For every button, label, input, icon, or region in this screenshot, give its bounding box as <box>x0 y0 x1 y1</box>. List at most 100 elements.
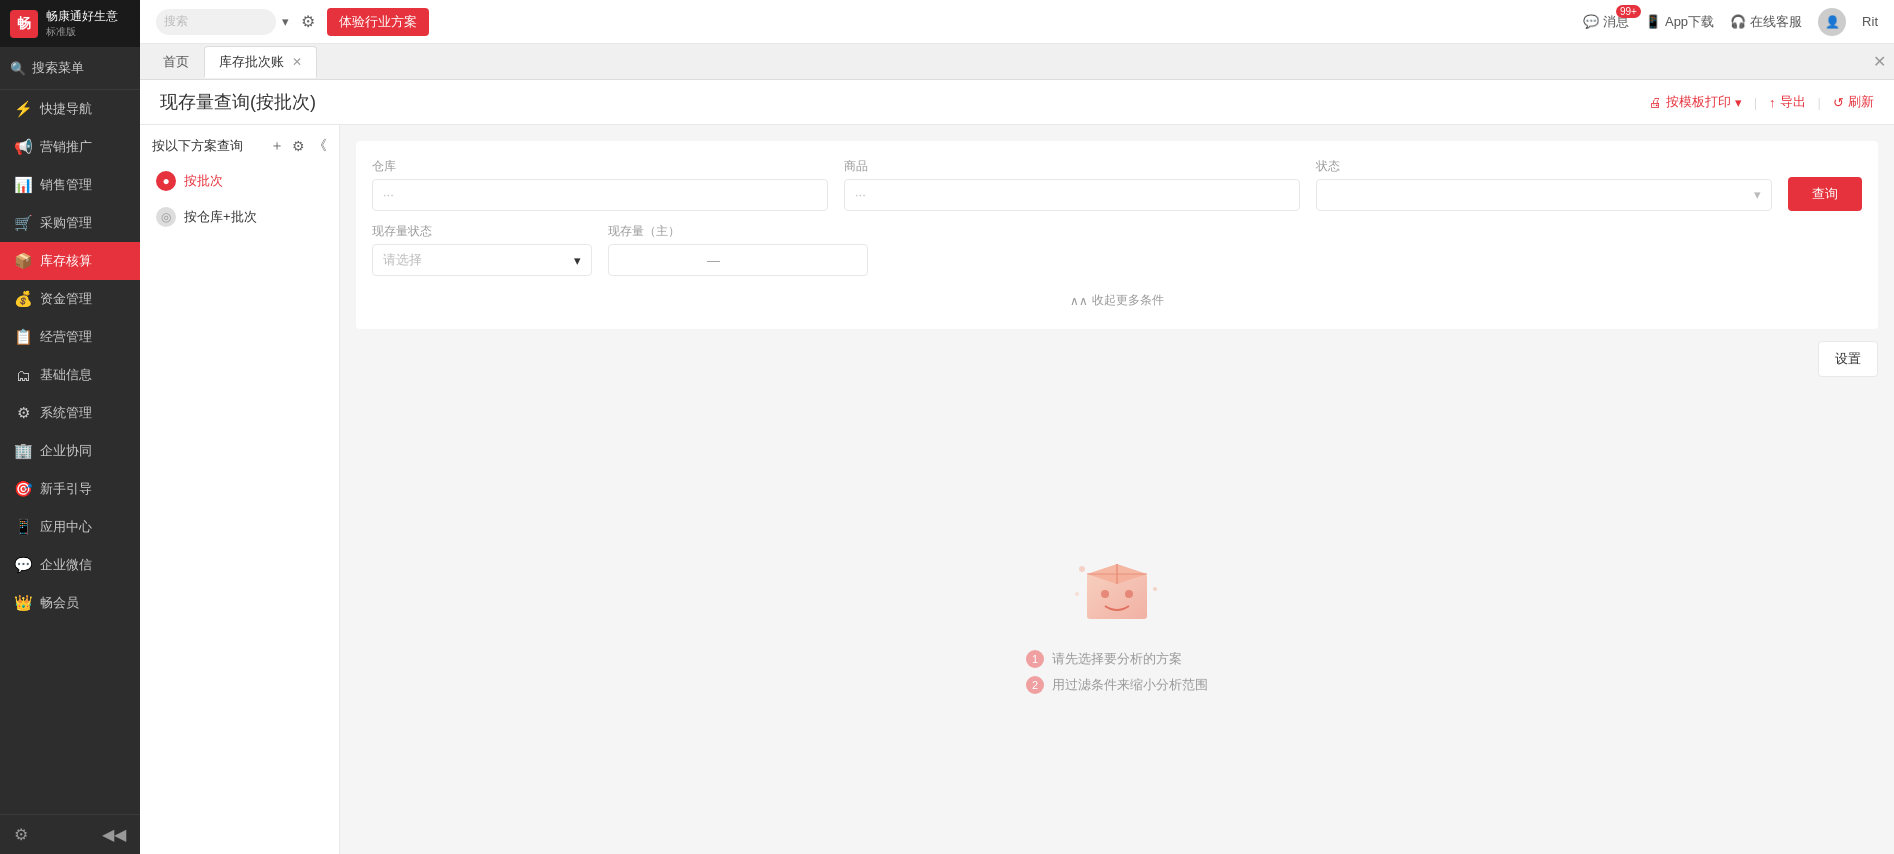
refresh-btn[interactable]: ↺ 刷新 <box>1833 93 1874 111</box>
message-badge: 99+ <box>1616 5 1641 18</box>
sidebar-item-quick-nav[interactable]: ⚡ 快捷导航 <box>0 90 140 128</box>
empty-tip-2: 2 用过滤条件来缩小分析范围 <box>1026 676 1208 694</box>
stock-main-min-input[interactable] <box>619 253 699 268</box>
add-scheme-icon[interactable]: ＋ <box>270 137 284 155</box>
status-filter: 状态 ▾ <box>1316 158 1772 211</box>
apps-icon: 📱 <box>14 518 32 536</box>
tab-batch-account[interactable]: 库存批次账 ✕ <box>204 46 317 78</box>
sales-icon: 📊 <box>14 176 32 194</box>
empty-tip-1: 1 请先选择要分析的方案 <box>1026 650 1208 668</box>
username-label[interactable]: Rit <box>1862 14 1878 29</box>
header-divider-1: | <box>1754 95 1757 110</box>
svg-point-8 <box>1075 592 1079 596</box>
svg-point-6 <box>1079 566 1085 572</box>
sidebar-item-basic[interactable]: 🗂 基础信息 <box>0 356 140 394</box>
system-icon: ⚙ <box>14 404 32 422</box>
footer-collapse-icon[interactable]: ◀◀ <box>102 825 126 844</box>
tab-home[interactable]: 首页 <box>148 46 204 78</box>
warehouse-filter: 仓库 ··· <box>372 158 828 211</box>
user-avatar[interactable]: 👤 <box>1818 8 1846 36</box>
sidebar-search-area: 🔍 搜索菜单 <box>0 47 140 90</box>
message-icon: 💬 <box>1583 14 1599 29</box>
trial-btn[interactable]: 体验行业方案 <box>327 8 429 36</box>
sidebar-nav: ⚡ 快捷导航 📢 营销推广 📊 销售管理 🛒 采购管理 📦 库存核算 💰 资金管… <box>0 90 140 814</box>
page-title: 现存量查询(按批次) <box>160 90 316 114</box>
topbar: 搜索 ▾ ⚙ 体验行业方案 💬 消息 99+ 📱 App下载 🎧 在线客服 👤 <box>140 0 1894 44</box>
main-area: 搜索 ▾ ⚙ 体验行业方案 💬 消息 99+ 📱 App下载 🎧 在线客服 👤 <box>140 0 1894 854</box>
sidebar-item-operations[interactable]: 📋 经营管理 <box>0 318 140 356</box>
enterprise-icon: 🏢 <box>14 442 32 460</box>
sidebar-item-guide[interactable]: 🎯 新手引导 <box>0 470 140 508</box>
footer-settings-icon[interactable]: ⚙ <box>14 825 28 844</box>
sidebar-item-sales[interactable]: 📊 销售管理 <box>0 166 140 204</box>
topbar-search-area: 搜索 ▾ <box>156 9 289 35</box>
page-content: 现存量查询(按批次) 🖨 按模板打印 ▾ | ↑ 导出 | ↺ 刷新 <box>140 80 1894 854</box>
wechat-icon: 💬 <box>14 556 32 574</box>
stock-status-dropdown-icon: ▾ <box>574 253 581 268</box>
tab-close-icon[interactable]: ✕ <box>292 55 302 69</box>
svg-point-5 <box>1125 590 1133 598</box>
status-input[interactable]: ▾ <box>1316 179 1772 211</box>
product-filter: 商品 ··· <box>844 158 1300 211</box>
sidebar-footer: ⚙ ◀◀ <box>0 814 140 854</box>
page-header-actions: 🖨 按模板打印 ▾ | ↑ 导出 | ↺ 刷新 <box>1649 93 1874 111</box>
sidebar-item-wechat[interactable]: 💬 企业微信 <box>0 546 140 584</box>
scheme-collapse-icon[interactable]: 《 <box>313 137 327 155</box>
stock-status-select[interactable]: 请选择 ▾ <box>372 244 592 276</box>
topbar-left: 搜索 ▾ ⚙ 体验行业方案 <box>156 8 429 36</box>
app-download-btn[interactable]: 📱 App下载 <box>1645 13 1714 31</box>
app-subtitle: 标准版 <box>46 25 118 39</box>
stock-main-max-input[interactable] <box>728 253 808 268</box>
print-template-btn[interactable]: 🖨 按模板打印 ▾ <box>1649 93 1742 111</box>
product-label: 商品 <box>844 158 1300 175</box>
sidebar-item-system[interactable]: ⚙ 系统管理 <box>0 394 140 432</box>
right-panel: 仓库 ··· 商品 ··· 状态 <box>340 125 1894 854</box>
topbar-settings-icon[interactable]: ⚙ <box>301 12 315 31</box>
sidebar-item-marketing[interactable]: 📢 营销推广 <box>0 128 140 166</box>
inventory-icon: 📦 <box>14 252 32 270</box>
marketing-icon: 📢 <box>14 138 32 156</box>
left-panel: 按以下方案查询 ＋ ⚙ 《 ● 按批次 ◎ 按仓库+批次 <box>140 125 340 854</box>
tabs-close-all-btn[interactable]: ✕ <box>1873 52 1886 71</box>
empty-state: 1 请先选择要分析的方案 2 用过滤条件来缩小分析范围 <box>356 389 1878 838</box>
stock-main-input[interactable]: — <box>608 244 868 276</box>
scheme-wh-batch-icon: ◎ <box>156 207 176 227</box>
sidebar-item-apps[interactable]: 📱 应用中心 <box>0 508 140 546</box>
export-btn[interactable]: ↑ 导出 <box>1769 93 1806 111</box>
app-title: 畅康通好生意 <box>46 8 118 25</box>
warehouse-label: 仓库 <box>372 158 828 175</box>
app-logo: 畅 <box>10 10 38 38</box>
sidebar-header: 畅 畅康通好生意 标准版 <box>0 0 140 47</box>
scheme-item-warehouse-batch[interactable]: ◎ 按仓库+批次 <box>140 199 339 235</box>
sidebar-item-finance[interactable]: 💰 资金管理 <box>0 280 140 318</box>
stock-status-filter: 现存量状态 请选择 ▾ <box>372 223 592 276</box>
refresh-icon: ↺ <box>1833 95 1844 110</box>
sidebar: 畅 畅康通好生意 标准版 🔍 搜索菜单 ⚡ 快捷导航 📢 营销推广 📊 销售管理… <box>0 0 140 854</box>
purchase-icon: 🛒 <box>14 214 32 232</box>
sidebar-item-member[interactable]: 👑 畅会员 <box>0 584 140 622</box>
scheme-settings-icon[interactable]: ⚙ <box>292 138 305 154</box>
warehouse-input[interactable]: ··· <box>372 179 828 211</box>
filter-row-2: 现存量状态 请选择 ▾ 现存量（主） — <box>372 223 1862 276</box>
query-button[interactable]: 查询 <box>1788 177 1862 211</box>
print-dropdown-icon: ▾ <box>1735 95 1742 110</box>
page-header: 现存量查询(按批次) 🖨 按模板打印 ▾ | ↑ 导出 | ↺ 刷新 <box>140 80 1894 125</box>
print-icon: 🖨 <box>1649 95 1662 110</box>
guide-icon: 🎯 <box>14 480 32 498</box>
scheme-item-batch[interactable]: ● 按批次 <box>140 163 339 199</box>
product-input[interactable]: ··· <box>844 179 1300 211</box>
topbar-dropdown-icon[interactable]: ▾ <box>282 14 289 29</box>
messages-btn[interactable]: 💬 消息 99+ <box>1583 13 1629 31</box>
online-service-btn[interactable]: 🎧 在线客服 <box>1730 13 1802 31</box>
topbar-search-box[interactable]: 搜索 <box>156 9 276 35</box>
sidebar-item-inventory[interactable]: 📦 库存核算 <box>0 242 140 280</box>
sidebar-item-enterprise[interactable]: 🏢 企业协同 <box>0 432 140 470</box>
finance-icon: 💰 <box>14 290 32 308</box>
filter-row-1: 仓库 ··· 商品 ··· 状态 <box>372 157 1862 211</box>
sidebar-search-btn[interactable]: 🔍 搜索菜单 <box>10 55 130 81</box>
status-label: 状态 <box>1316 158 1772 175</box>
collapse-more-btn[interactable]: ∧∧ 收起更多条件 <box>372 288 1862 313</box>
service-icon: 🎧 <box>1730 14 1746 29</box>
settings-btn[interactable]: 设置 <box>1818 341 1878 377</box>
sidebar-item-purchase[interactable]: 🛒 采购管理 <box>0 204 140 242</box>
